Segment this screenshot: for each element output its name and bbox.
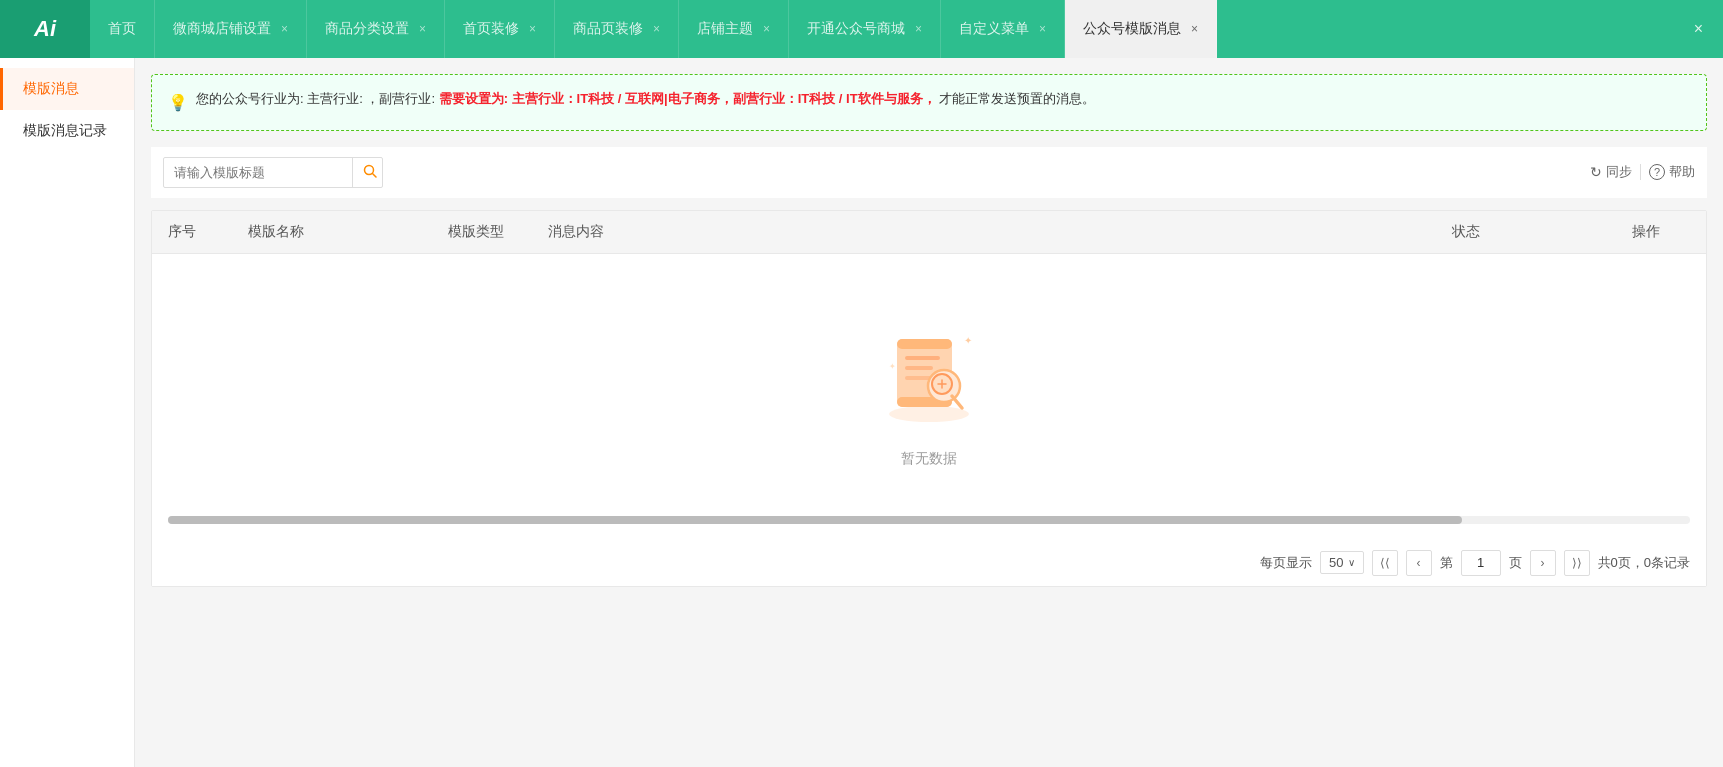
logo: Ai xyxy=(0,0,90,58)
nav-tab-product-decor[interactable]: 商品页装修 × xyxy=(555,0,679,58)
scroll-thumb[interactable] xyxy=(168,516,1462,524)
nav-tab-shop-theme[interactable]: 店铺主题 × xyxy=(679,0,789,58)
notice-icon: 💡 xyxy=(168,90,188,116)
page-unit: 页 xyxy=(1509,554,1522,572)
empty-state-icon: ✦ ✦ xyxy=(869,314,989,434)
scrollbar-container xyxy=(152,516,1706,540)
nav-tab-wechat-shop[interactable]: 微商城店铺设置 × xyxy=(155,0,307,58)
page-size-value: 50 xyxy=(1329,555,1343,570)
svg-line-11 xyxy=(952,396,962,408)
top-navigation: Ai 首页 微商城店铺设置 × 商品分类设置 × 首页装修 × 商品页装修 × … xyxy=(0,0,1723,58)
nav-tab-home-label: 首页 xyxy=(108,20,136,38)
search-input[interactable] xyxy=(164,159,352,186)
nav-tab-custom-menu-label: 自定义菜单 xyxy=(959,20,1029,38)
table-header: 序号 模版名称 模版类型 消息内容 状态 操作 xyxy=(152,211,1706,254)
nav-tab-shop-theme-label: 店铺主题 xyxy=(697,20,753,38)
help-label: 帮助 xyxy=(1669,163,1695,181)
page-size-label: 每页显示 xyxy=(1260,554,1312,572)
scroll-track[interactable] xyxy=(168,516,1690,524)
nav-tab-open-wechat-shop-label: 开通公众号商城 xyxy=(807,20,905,38)
help-icon: ? xyxy=(1649,164,1665,180)
nav-tab-product-category[interactable]: 商品分类设置 × xyxy=(307,0,445,58)
sync-icon: ↻ xyxy=(1590,164,1602,180)
th-type: 模版类型 xyxy=(432,223,532,241)
th-content: 消息内容 xyxy=(532,223,1436,241)
last-page-button[interactable]: ⟩⟩ xyxy=(1564,550,1590,576)
notice-highlight: 需要设置为: 主营行业：IT科技 / 互联网|电子商务，副营行业：IT科技 / … xyxy=(439,91,936,106)
empty-state: ✦ ✦ 暂无数据 xyxy=(152,254,1706,508)
main-layout: 模版消息 模版消息记录 💡 您的公众号行业为: 主营行业: ，副营行业: 需要设… xyxy=(0,58,1723,767)
svg-line-1 xyxy=(373,173,377,177)
notice-box: 💡 您的公众号行业为: 主营行业: ，副营行业: 需要设置为: 主营行业：IT科… xyxy=(151,74,1707,131)
notice-text: 您的公众号行业为: 主营行业: ，副营行业: 需要设置为: 主营行业：IT科技 … xyxy=(196,89,1095,110)
help-button[interactable]: ? 帮助 xyxy=(1649,163,1695,181)
search-box xyxy=(163,157,383,188)
sidebar-item-template-msg[interactable]: 模版消息 xyxy=(0,68,134,110)
page-size-chevron-icon: ∨ xyxy=(1348,557,1355,568)
svg-rect-4 xyxy=(897,339,952,349)
nav-tab-template-msg-label: 公众号模版消息 xyxy=(1083,20,1181,38)
nav-tab-custom-menu-close[interactable]: × xyxy=(1039,23,1046,35)
first-page-button[interactable]: ⟨⟨ xyxy=(1372,550,1398,576)
close-all-tabs-button[interactable]: × xyxy=(1674,0,1723,58)
next-page-button[interactable]: › xyxy=(1530,550,1556,576)
svg-text:✦: ✦ xyxy=(964,335,972,346)
nav-tab-product-category-label: 商品分类设置 xyxy=(325,20,409,38)
nav-tab-open-wechat-shop[interactable]: 开通公众号商城 × xyxy=(789,0,941,58)
nav-tab-home-decor-close[interactable]: × xyxy=(529,23,536,35)
nav-tab-template-msg[interactable]: 公众号模版消息 × xyxy=(1065,0,1217,58)
svg-text:✦: ✦ xyxy=(889,362,896,371)
search-button[interactable] xyxy=(352,158,383,187)
content-area: 💡 您的公众号行业为: 主营行业: ，副营行业: 需要设置为: 主营行业：IT科… xyxy=(135,58,1723,767)
nav-tab-open-wechat-shop-close[interactable]: × xyxy=(915,23,922,35)
nav-tab-custom-menu[interactable]: 自定义菜单 × xyxy=(941,0,1065,58)
toolbar-right: ↻ 同步 ? 帮助 xyxy=(1590,163,1695,181)
nav-tab-shop-theme-close[interactable]: × xyxy=(763,23,770,35)
th-name: 模版名称 xyxy=(232,223,432,241)
sidebar-item-template-msg-log-label: 模版消息记录 xyxy=(23,122,107,138)
toolbar-divider xyxy=(1640,164,1641,180)
prev-page-button[interactable]: ‹ xyxy=(1406,550,1432,576)
nav-tab-home-decor[interactable]: 首页装修 × xyxy=(445,0,555,58)
sidebar-item-template-msg-label: 模版消息 xyxy=(23,80,79,96)
nav-tab-home[interactable]: 首页 xyxy=(90,0,155,58)
th-action: 操作 xyxy=(1586,223,1706,241)
nav-tab-home-decor-label: 首页装修 xyxy=(463,20,519,38)
sidebar-item-template-msg-log[interactable]: 模版消息记录 xyxy=(0,110,134,152)
sidebar: 模版消息 模版消息记录 xyxy=(0,58,135,767)
page-prefix: 第 xyxy=(1440,554,1453,572)
svg-rect-6 xyxy=(905,356,940,360)
sync-button[interactable]: ↻ 同步 xyxy=(1590,163,1632,181)
current-page-input[interactable] xyxy=(1461,550,1501,576)
data-table: 序号 模版名称 模版类型 消息内容 状态 操作 xyxy=(151,210,1707,587)
nav-tab-template-msg-close[interactable]: × xyxy=(1191,23,1198,35)
th-status: 状态 xyxy=(1436,223,1586,241)
svg-point-2 xyxy=(889,406,969,422)
page-size-select[interactable]: 50 ∨ xyxy=(1320,551,1363,574)
toolbar: ↻ 同步 ? 帮助 xyxy=(151,147,1707,198)
nav-tab-wechat-shop-label: 微商城店铺设置 xyxy=(173,20,271,38)
th-index: 序号 xyxy=(152,223,232,241)
svg-rect-7 xyxy=(905,366,933,370)
nav-tab-wechat-shop-close[interactable]: × xyxy=(281,23,288,35)
page-total: 共0页，0条记录 xyxy=(1598,554,1690,572)
pagination-bar: 每页显示 50 ∨ ⟨⟨ ‹ 第 页 › ⟩⟩ 共0页，0条记录 xyxy=(152,540,1706,586)
empty-text: 暂无数据 xyxy=(901,450,957,468)
nav-tab-product-decor-label: 商品页装修 xyxy=(573,20,643,38)
sync-label: 同步 xyxy=(1606,163,1632,181)
nav-tab-product-decor-close[interactable]: × xyxy=(653,23,660,35)
nav-tab-product-category-close[interactable]: × xyxy=(419,23,426,35)
search-icon xyxy=(363,164,377,178)
